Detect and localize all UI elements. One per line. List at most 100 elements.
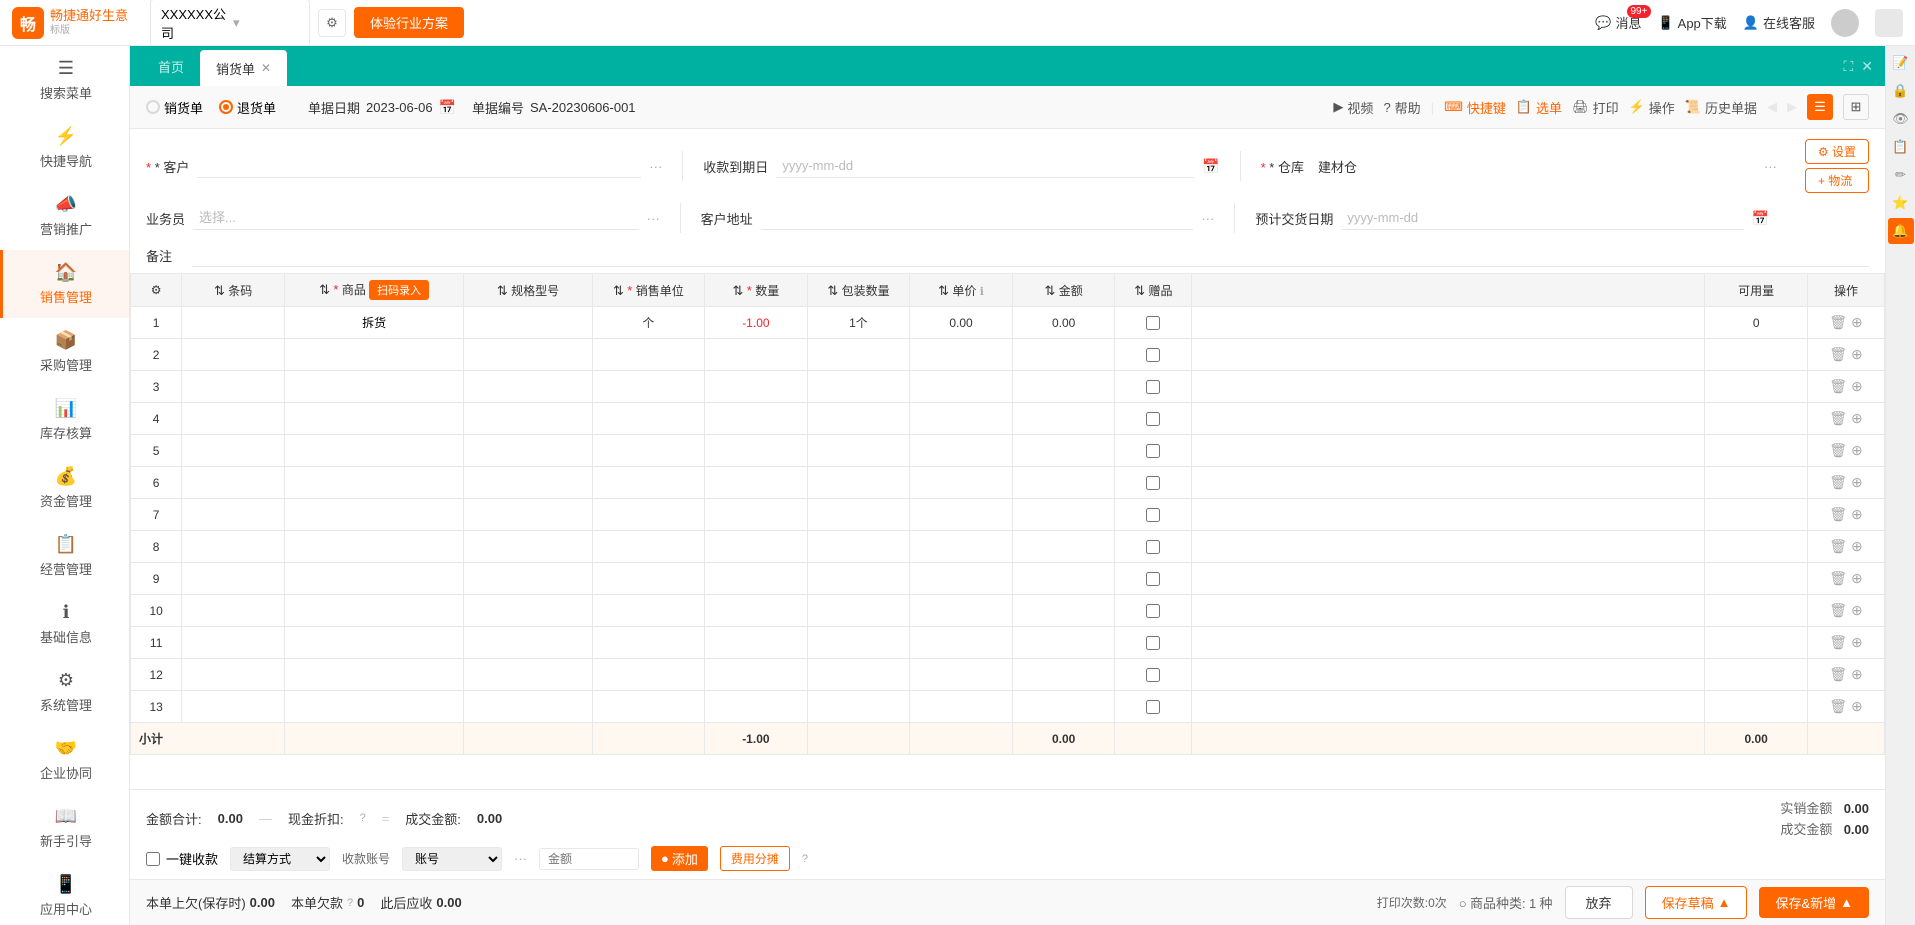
settings-button[interactable]: ⚙ 设置 [1805,139,1869,164]
cell-gift[interactable] [1115,339,1192,371]
avatar[interactable] [1831,9,1859,37]
cell-barcode[interactable] [182,403,285,435]
radio-sales-order[interactable]: 销货单 [146,98,203,117]
spec-input[interactable] [472,348,583,362]
fee-help-icon[interactable]: ? [802,853,808,865]
cell-price[interactable] [910,627,1013,659]
product-input[interactable] [293,540,456,554]
logistics-button[interactable]: + 物流 [1805,168,1869,193]
note-input[interactable] [192,243,1869,267]
cell-spec[interactable] [464,531,592,563]
sidebar-item-system[interactable]: ⚙ 系统管理 [0,658,129,726]
warehouse-dots[interactable]: ··· [1764,159,1777,174]
spec-input[interactable] [472,700,583,714]
gift-checkbox[interactable] [1146,668,1160,682]
toolbar-history[interactable]: 📜 历史单据 [1685,98,1757,117]
cell-spec[interactable] [464,691,592,723]
delete-icon[interactable]: 🗑 [1829,506,1847,523]
cell-barcode[interactable] [182,659,285,691]
customer-input[interactable] [197,154,641,178]
cell-qty[interactable] [705,659,808,691]
sidebar-item-search[interactable]: ☰ 搜索菜单 [0,46,129,114]
delete-icon[interactable]: 🗑 [1829,570,1847,587]
doc-date-value[interactable]: 2023-06-06 [366,100,433,115]
cell-barcode[interactable] [182,435,285,467]
cash-discount-info-icon[interactable]: ? [360,812,366,824]
view-grid-button[interactable]: ⊞ [1843,94,1869,120]
gift-checkbox[interactable] [1146,476,1160,490]
cell-spec[interactable] [464,627,592,659]
spec-input[interactable] [472,508,583,522]
save-new-button[interactable]: 保存&新增 ▲ [1759,887,1869,918]
payment-method-select[interactable]: 结算方式 [230,847,330,871]
toolbar-video[interactable]: ▶ 视频 [1333,98,1373,117]
cell-barcode[interactable] [182,563,285,595]
cell-product[interactable] [284,531,464,563]
cell-price[interactable] [910,467,1013,499]
cell-product[interactable] [284,595,464,627]
product-input[interactable] [293,636,456,650]
delete-icon[interactable]: 🗑 [1829,634,1847,651]
message-button[interactable]: 💬 消息 99+ [1595,13,1641,32]
one-click-checkbox[interactable] [146,852,160,866]
barcode-input[interactable] [190,476,276,490]
sidebar-item-marketing[interactable]: 📣 营销推广 [0,182,129,250]
cell-price[interactable] [910,595,1013,627]
delete-icon[interactable]: 🗑 [1829,698,1847,715]
spec-input[interactable] [472,572,583,586]
th-settings[interactable]: ⚙ [131,274,182,307]
customer-addr-dots[interactable]: ··· [1201,211,1214,226]
tab-expand-icon[interactable]: ⛶ [1843,58,1853,75]
barcode-input[interactable] [190,412,276,426]
delete-icon[interactable]: 🗑 [1829,410,1847,427]
sidebar-item-collab[interactable]: 🤝 企业协同 [0,726,129,794]
cell-gift[interactable] [1115,595,1192,627]
cell-barcode[interactable] [182,371,285,403]
sidebar-item-purchase[interactable]: 📦 采购管理 [0,318,129,386]
cell-spec[interactable] [464,659,592,691]
cell-spec[interactable] [464,563,592,595]
cell-price[interactable] [910,563,1013,595]
barcode-input[interactable] [190,316,276,330]
barcode-input[interactable] [190,508,276,522]
copy-icon[interactable]: ⊕ [1851,666,1863,683]
cell-gift[interactable] [1115,499,1192,531]
app-download-button[interactable]: 📱 App下载 [1657,13,1726,32]
right-btn-note[interactable]: 📝 [1888,50,1914,76]
expected-delivery-input[interactable] [1341,206,1743,230]
spec-input[interactable] [472,668,583,682]
toolbar-select[interactable]: 📋 选单 [1516,98,1562,117]
cell-barcode[interactable] [182,691,285,723]
settings-icon[interactable]: ⚙ [318,9,346,37]
product-input[interactable] [293,348,456,362]
cell-price[interactable] [910,531,1013,563]
product-input[interactable] [293,572,456,586]
spec-input[interactable] [472,316,583,330]
sidebar-item-apps[interactable]: 📱 应用中心 [0,862,129,925]
cell-product[interactable] [284,563,464,595]
right-btn-edit[interactable]: ✏ [1888,162,1914,188]
cell-barcode[interactable] [182,595,285,627]
cell-qty[interactable]: -1.00 [705,307,808,339]
trial-button[interactable]: 体验行业方案 [354,7,464,38]
gift-checkbox[interactable] [1146,316,1160,330]
payment-due-input[interactable] [776,154,1194,178]
cell-spec[interactable] [464,499,592,531]
toolbar-shortcut[interactable]: ⌨ 快捷键 [1444,98,1506,117]
copy-icon[interactable]: ⊕ [1851,314,1863,331]
barcode-input[interactable] [190,668,276,682]
tab-close-icon[interactable]: ✕ [261,61,271,75]
product-input[interactable] [293,315,456,329]
cell-spec[interactable] [464,371,592,403]
cell-gift[interactable] [1115,467,1192,499]
gift-checkbox[interactable] [1146,348,1160,362]
company-selector[interactable]: XXXXXX公司 ▾ [150,0,310,47]
copy-icon[interactable]: ⊕ [1851,634,1863,651]
cell-qty[interactable] [705,627,808,659]
product-input[interactable] [293,412,456,426]
cell-product[interactable] [284,339,464,371]
product-input[interactable] [293,380,456,394]
cell-spec[interactable] [464,435,592,467]
product-input[interactable] [293,508,456,522]
delete-icon[interactable]: 🗑 [1829,666,1847,683]
